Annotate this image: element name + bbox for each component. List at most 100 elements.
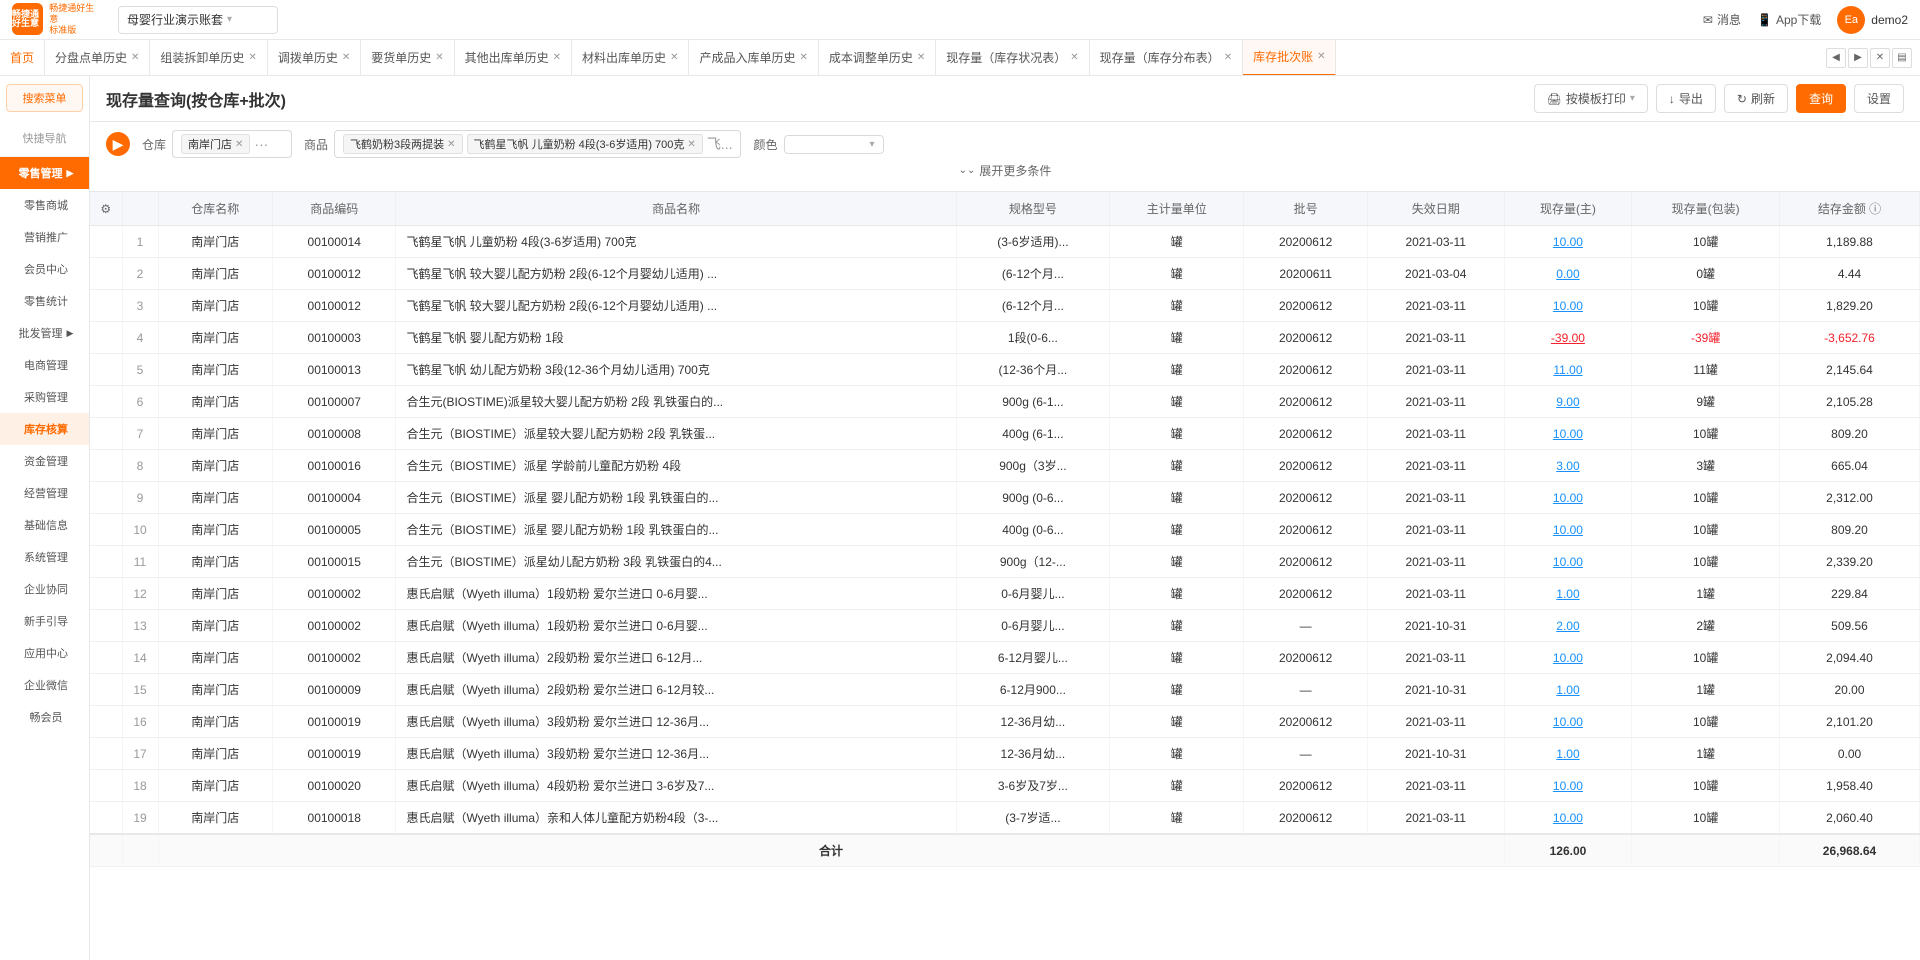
cell-balance: 2,094.40	[1780, 642, 1920, 674]
cell-stock-main[interactable]: 10.00	[1504, 802, 1632, 835]
sidebar-item-operations[interactable]: 经营管理	[0, 477, 89, 509]
tab-close-icon[interactable]: ✕	[248, 52, 256, 63]
warehouse-tag-box[interactable]: 南岸门店 ✕ ···	[172, 130, 292, 158]
sidebar-item-guide[interactable]: 新手引导	[0, 605, 89, 637]
sidebar-item-purchase[interactable]: 采购管理	[0, 381, 89, 413]
search-menu-button[interactable]: 搜索菜单	[6, 84, 83, 112]
avatar: Ea	[1837, 6, 1865, 34]
table-row: 15 南岸门店 00100009 惠氏启赋（Wyeth illuma）2段奶粉 …	[90, 674, 1920, 706]
cell-stock-main[interactable]: 1.00	[1504, 738, 1632, 770]
tab-11-active[interactable]: 库存批次账✕	[1243, 40, 1336, 76]
cell-stock-main[interactable]: 3.00	[1504, 450, 1632, 482]
cell-stock-main[interactable]: 1.00	[1504, 674, 1632, 706]
message-button[interactable]: ✉ 消息	[1703, 11, 1741, 28]
product-tag-2-close-icon[interactable]: ✕	[687, 139, 695, 150]
sidebar-item-retail-mall[interactable]: 零售商城	[0, 189, 89, 221]
sidebar-item-marketing[interactable]: 营销推广	[0, 221, 89, 253]
cell-stock-pack: 3罐	[1632, 450, 1780, 482]
tab-3[interactable]: 调拨单历史✕	[268, 40, 361, 76]
tab-close-icon[interactable]: ✕	[342, 52, 350, 63]
cell-stock-main[interactable]: 10.00	[1504, 770, 1632, 802]
cell-expire: 2021-03-11	[1367, 386, 1504, 418]
sidebar-item-member[interactable]: 会员中心	[0, 253, 89, 285]
sidebar-item-retail-mgmt[interactable]: 零售管理▶	[0, 157, 89, 189]
cell-settings	[90, 642, 122, 674]
tab-close-icon[interactable]: ✕	[670, 52, 678, 63]
tab-close-icon[interactable]: ✕	[1070, 52, 1078, 63]
tab-home[interactable]: 首页	[0, 40, 45, 76]
sidebar-item-vip[interactable]: 畅会员	[0, 701, 89, 733]
industry-selector[interactable]: 母婴行业演示账套 ▾	[118, 6, 278, 34]
refresh-button[interactable]: ↻ 刷新	[1724, 84, 1788, 113]
sidebar-item-system[interactable]: 系统管理	[0, 541, 89, 573]
tab-close-icon[interactable]: ✕	[1317, 51, 1325, 62]
tab-5[interactable]: 其他出库单历史✕	[455, 40, 572, 76]
sidebar-item-ecommerce[interactable]: 电商管理	[0, 349, 89, 381]
cell-stock-main[interactable]: 10.00	[1504, 482, 1632, 514]
tab-next-button[interactable]: ▶	[1848, 48, 1868, 68]
template-print-button[interactable]: 🖨 按模板打印 ▾	[1534, 84, 1648, 113]
tab-9[interactable]: 现存量（库存状况表）✕	[936, 40, 1089, 76]
cell-stock-main[interactable]: 9.00	[1504, 386, 1632, 418]
warehouse-tag-close-icon[interactable]: ✕	[235, 139, 243, 150]
table-row: 10 南岸门店 00100005 合生元（BIOSTIME）派星 婴儿配方奶粉 …	[90, 514, 1920, 546]
settings-button[interactable]: 设置	[1854, 84, 1904, 113]
sidebar-item-basic-info[interactable]: 基础信息	[0, 509, 89, 541]
cell-index: 3	[122, 290, 158, 322]
sidebar-item-finance[interactable]: 资金管理	[0, 445, 89, 477]
app-download-button[interactable]: 📱 App下载	[1757, 11, 1821, 28]
tab-close-icon[interactable]: ✕	[917, 52, 925, 63]
table-row: 7 南岸门店 00100008 合生元（BIOSTIME）派星较大婴儿配方奶粉 …	[90, 418, 1920, 450]
cell-index: 1	[122, 226, 158, 258]
sidebar-item-retail-stats[interactable]: 零售统计	[0, 285, 89, 317]
tab-1[interactable]: 分盘点单历史✕	[45, 40, 150, 76]
product-more-icon[interactable]: 飞...	[707, 134, 733, 154]
product-tag-1-close-icon[interactable]: ✕	[447, 139, 455, 150]
cell-stock-main[interactable]: 10.00	[1504, 706, 1632, 738]
sidebar-item-wechat[interactable]: 企业微信	[0, 669, 89, 701]
tab-8[interactable]: 成本调整单历史✕	[819, 40, 936, 76]
cell-stock-main[interactable]: 1.00	[1504, 578, 1632, 610]
tab-4[interactable]: 要货单历史✕	[361, 40, 454, 76]
tab-close-icon[interactable]: ✕	[1224, 52, 1232, 63]
sidebar-item-wholesale-mgmt[interactable]: 批发管理▶	[0, 317, 89, 349]
tab-menu-button[interactable]: ▤	[1892, 48, 1912, 68]
tab-close-icon[interactable]: ✕	[435, 52, 443, 63]
tab-prev-button[interactable]: ◀	[1826, 48, 1846, 68]
tab-close-icon[interactable]: ✕	[799, 52, 807, 63]
cell-stock-main[interactable]: 10.00	[1504, 226, 1632, 258]
tab-close-icon[interactable]: ✕	[553, 52, 561, 63]
sidebar-item-enterprise-collab[interactable]: 企业协同	[0, 573, 89, 605]
cell-stock-main[interactable]: 0.00	[1504, 258, 1632, 290]
table-row: 12 南岸门店 00100002 惠氏启赋（Wyeth illuma）1段奶粉 …	[90, 578, 1920, 610]
cell-code: 00100019	[273, 738, 396, 770]
product-tag-box[interactable]: 飞鹤奶粉3段两提装 ✕ 飞鹤星飞帆 儿童奶粉 4段(3-6岁适用) 700克 ✕…	[334, 130, 741, 158]
user-area[interactable]: Ea demo2	[1837, 6, 1908, 34]
tab-close-icon[interactable]: ✕	[131, 52, 139, 63]
tab-7[interactable]: 产成品入库单历史✕	[689, 40, 818, 76]
cell-stock-main[interactable]: 10.00	[1504, 642, 1632, 674]
cell-warehouse: 南岸门店	[158, 642, 273, 674]
sidebar-item-inventory[interactable]: 库存核算	[0, 413, 89, 445]
cell-stock-main[interactable]: 10.00	[1504, 514, 1632, 546]
filter-expand-button[interactable]: ▶	[106, 132, 130, 156]
cell-stock-main[interactable]: 2.00	[1504, 610, 1632, 642]
tab-close-button[interactable]: ✕	[1870, 48, 1890, 68]
tab-6[interactable]: 材料出库单历史✕	[572, 40, 689, 76]
color-tag-box[interactable]: ▾	[784, 135, 884, 154]
cell-stock-main[interactable]: 11.00	[1504, 354, 1632, 386]
query-button[interactable]: 查询	[1796, 84, 1846, 113]
tab-2[interactable]: 组装拆卸单历史✕	[150, 40, 267, 76]
cell-stock-main[interactable]: 10.00	[1504, 418, 1632, 450]
tab-10[interactable]: 现存量（库存分布表）✕	[1090, 40, 1243, 76]
color-filter-group: 颜色 ▾	[753, 135, 883, 154]
cell-stock-main[interactable]: 10.00	[1504, 546, 1632, 578]
cell-stock-main[interactable]: 10.00	[1504, 290, 1632, 322]
chevron-down-icon: ▾	[1630, 93, 1635, 104]
warehouse-more-icon[interactable]: ···	[254, 136, 268, 152]
export-button[interactable]: ↓ 导出	[1656, 84, 1716, 113]
cell-stock-main[interactable]: -39.00	[1504, 322, 1632, 354]
sidebar-item-app-center[interactable]: 应用中心	[0, 637, 89, 669]
expand-more-button[interactable]: ⌄⌄ 展开更多条件	[106, 158, 1904, 183]
col-settings[interactable]: ⚙	[90, 192, 122, 226]
